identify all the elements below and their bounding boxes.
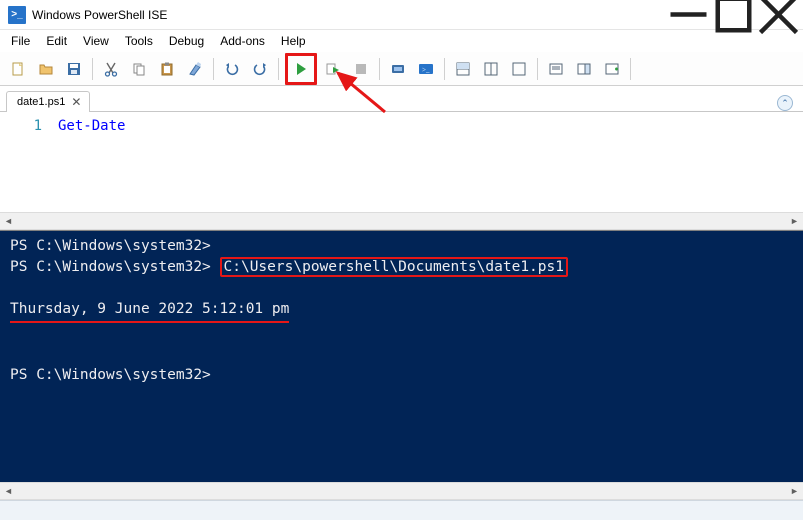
save-icon[interactable] — [62, 57, 86, 81]
stop-icon[interactable] — [349, 57, 373, 81]
line-number-gutter: 1 — [0, 112, 52, 212]
menu-file[interactable]: File — [4, 32, 37, 50]
show-script-top-icon[interactable] — [451, 57, 475, 81]
scrollbar-right-icon[interactable]: ► — [786, 483, 803, 499]
cut-icon[interactable] — [99, 57, 123, 81]
console-horizontal-scrollbar[interactable]: ◄ ► — [0, 482, 803, 500]
show-script-right-icon[interactable] — [479, 57, 503, 81]
editor-horizontal-scrollbar[interactable]: ◄ ► — [0, 212, 803, 230]
titlebar: >_ Windows PowerShell ISE — [0, 0, 803, 30]
scrollbar-left-icon[interactable]: ◄ — [0, 213, 17, 229]
console-pane[interactable]: PS C:\Windows\system32> PS C:\Windows\sy… — [0, 230, 803, 482]
show-command-icon[interactable] — [544, 57, 568, 81]
menu-tools[interactable]: Tools — [118, 32, 160, 50]
open-folder-icon[interactable] — [34, 57, 58, 81]
scrollbar-left-icon[interactable]: ◄ — [0, 483, 17, 499]
minimize-button[interactable] — [666, 0, 711, 30]
new-remote-tab-icon[interactable] — [386, 57, 410, 81]
undo-icon[interactable] — [220, 57, 244, 81]
console-output: Thursday, 9 June 2022 5:12:01 pm — [10, 299, 289, 323]
show-command-addon-icon[interactable] — [572, 57, 596, 81]
menu-help[interactable]: Help — [274, 32, 313, 50]
code-area[interactable]: Get-Date — [52, 112, 803, 212]
toolbar: >_ — [0, 52, 803, 86]
redo-icon[interactable] — [248, 57, 272, 81]
menu-addons[interactable]: Add-ons — [213, 32, 272, 50]
script-editor[interactable]: 1 Get-Date — [0, 112, 803, 212]
menu-edit[interactable]: Edit — [39, 32, 74, 50]
statusbar — [0, 500, 803, 520]
run-selection-icon[interactable] — [321, 57, 345, 81]
close-button[interactable] — [756, 0, 801, 30]
menu-debug[interactable]: Debug — [162, 32, 211, 50]
console-prompt: PS C:\Windows\system32> — [10, 259, 220, 275]
collapse-script-pane-icon[interactable]: ⌃ — [777, 95, 793, 111]
run-script-button[interactable] — [289, 57, 313, 81]
svg-text:>_: >_ — [422, 66, 430, 74]
options-icon[interactable] — [600, 57, 624, 81]
show-script-max-icon[interactable] — [507, 57, 531, 81]
powershell-icon[interactable]: >_ — [414, 57, 438, 81]
console-prompt: PS C:\Windows\system32> — [10, 238, 211, 254]
window-title: Windows PowerShell ISE — [32, 8, 666, 22]
maximize-button[interactable] — [711, 0, 756, 30]
menu-view[interactable]: View — [76, 32, 116, 50]
new-file-icon[interactable] — [6, 57, 30, 81]
tab-close-icon[interactable]: ✕ — [71, 95, 81, 109]
clear-icon[interactable] — [183, 57, 207, 81]
tab-active[interactable]: date1.ps1 ✕ — [6, 91, 90, 112]
tab-strip: date1.ps1 ✕ ⌃ — [0, 86, 803, 112]
copy-icon[interactable] — [127, 57, 151, 81]
console-command: C:\Users\powershell\Documents\date1.ps1 — [220, 257, 568, 277]
tab-label: date1.ps1 — [17, 96, 65, 108]
app-icon: >_ — [8, 6, 26, 24]
console-prompt: PS C:\Windows\system32> — [10, 367, 211, 383]
paste-icon[interactable] — [155, 57, 179, 81]
scrollbar-right-icon[interactable]: ► — [786, 213, 803, 229]
